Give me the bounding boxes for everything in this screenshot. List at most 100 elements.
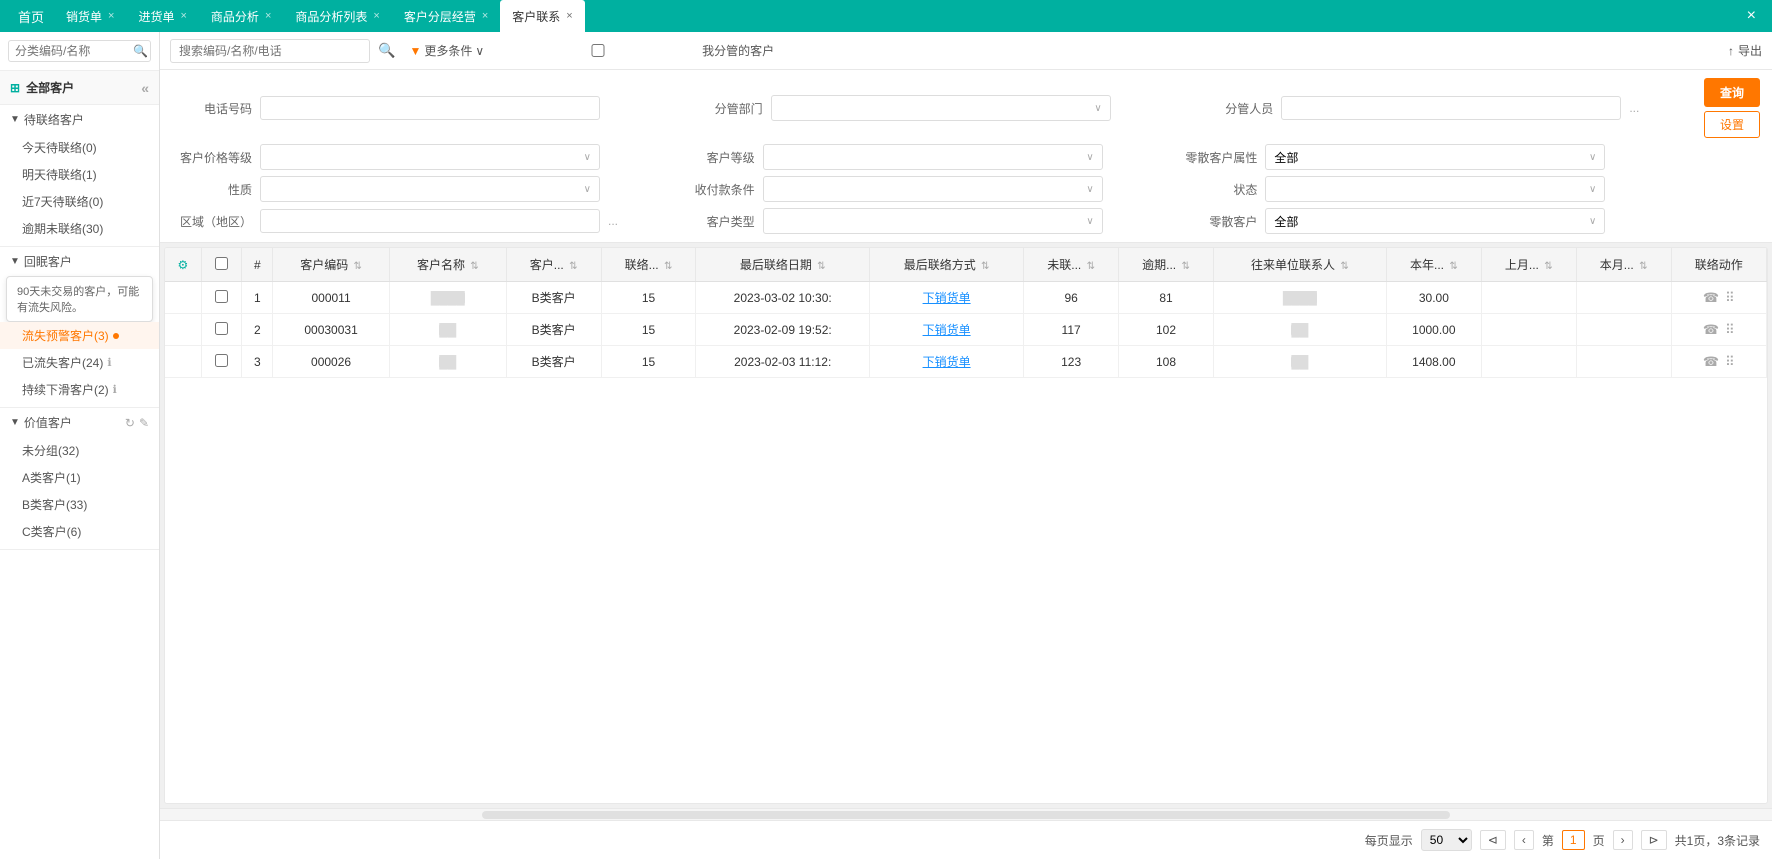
search-input[interactable]	[170, 39, 370, 63]
row3-select-checkbox[interactable]	[215, 354, 228, 367]
type-col-header[interactable]: 客户... ⇅	[506, 248, 601, 282]
last-page-button[interactable]: ⊳	[1641, 830, 1667, 850]
retail-attr-select[interactable]: 全部 ∨	[1265, 144, 1605, 170]
nav-product-list-close[interactable]: ×	[373, 10, 379, 22]
row1-checkbox[interactable]	[201, 282, 242, 314]
row3-last-contact-method[interactable]: 下销货单	[869, 346, 1023, 378]
sidebar-item-class-c[interactable]: C类客户(6)	[0, 518, 159, 545]
sidebar-item-churned[interactable]: 已流失客户(24) ℹ	[0, 349, 159, 376]
this-year-col-header[interactable]: 本年... ⇅	[1386, 248, 1481, 282]
nav-sales[interactable]: 销货单 ×	[54, 0, 126, 32]
overdue-col-header[interactable]: 逾期... ⇅	[1119, 248, 1214, 282]
close-all-button[interactable]: ×	[1739, 7, 1764, 25]
settings-button[interactable]: 设置	[1704, 111, 1760, 138]
per-page-select[interactable]: 50 100 200	[1421, 829, 1472, 851]
nav-product-analysis-close[interactable]: ×	[265, 10, 271, 22]
sidebar-item-class-b[interactable]: B类客户(33)	[0, 491, 159, 518]
nav-product-list[interactable]: 商品分析列表 ×	[283, 0, 391, 32]
search-button[interactable]: 🔍	[378, 42, 395, 59]
status-select[interactable]: ∨	[1265, 176, 1605, 202]
this-month-col-header[interactable]: 本月... ⇅	[1576, 248, 1671, 282]
nav-purchase[interactable]: 进货单 ×	[126, 0, 198, 32]
sidebar-item-tomorrow-pending[interactable]: 明天待联络(1)	[0, 161, 159, 188]
settings-col-header[interactable]: ⚙	[165, 248, 201, 282]
customer-type-select[interactable]: ∨	[763, 208, 1103, 234]
sidebar-item-churn-warning[interactable]: 流失预警客户(3)	[0, 322, 159, 349]
customer-level-label: 客户等级	[675, 149, 755, 166]
sidebar-item-class-a[interactable]: A类客户(1)	[0, 464, 159, 491]
nav-home[interactable]: 首页	[8, 0, 54, 32]
manager-dots[interactable]: ...	[1629, 101, 1639, 115]
row1-select-checkbox[interactable]	[215, 290, 228, 303]
my-customers-checkbox[interactable]	[498, 44, 698, 57]
nav-customer-segment[interactable]: 客户分层经营 ×	[392, 0, 500, 32]
sidebar-item-today-pending[interactable]: 今天待联络(0)	[0, 134, 159, 161]
first-page-button[interactable]: ⊲	[1480, 830, 1506, 850]
next-page-button[interactable]: ›	[1613, 830, 1633, 850]
nav-customer-contact-close[interactable]: ×	[566, 10, 572, 22]
customer-level-select[interactable]: ∨	[763, 144, 1103, 170]
value-customers-header[interactable]: ▼ 价值客户 ↻ ✎	[0, 408, 159, 437]
nav-customer-segment-close[interactable]: ×	[482, 10, 488, 22]
export-button[interactable]: ↑ 导出	[1728, 42, 1762, 59]
row1-this-month	[1576, 282, 1671, 314]
price-level-chevron-icon: ∨	[584, 152, 591, 163]
sidebar-item-ungrouped[interactable]: 未分组(32)	[0, 437, 159, 464]
all-customers-header[interactable]: ⊞ 全部客户 «	[0, 71, 159, 105]
refresh-icon[interactable]: ↻	[125, 416, 135, 430]
last-contact-date-col-header[interactable]: 最后联络日期 ⇅	[696, 248, 870, 282]
nav-product-analysis[interactable]: 商品分析 ×	[199, 0, 283, 32]
row2-checkbox[interactable]	[201, 314, 242, 346]
my-customers-checkbox-label[interactable]: 我分管的客户	[498, 42, 774, 59]
row1-last-contact-method[interactable]: 下销货单	[869, 282, 1023, 314]
nav-sales-close[interactable]: ×	[108, 10, 114, 22]
query-button[interactable]: 查询	[1704, 78, 1760, 107]
sidebar-item-week-pending[interactable]: 近7天待联络(0)	[0, 188, 159, 215]
export-icon: ↑	[1728, 44, 1734, 58]
row2-more-icon[interactable]: ⠿	[1725, 322, 1735, 338]
price-level-select[interactable]: ∨	[260, 144, 600, 170]
checkbox-col-header[interactable]	[201, 248, 242, 282]
filter-more-button[interactable]: ▼ 更多条件 ∨	[403, 38, 490, 63]
dept-select[interactable]: ∨	[771, 95, 1111, 121]
prev-page-button[interactable]: ‹	[1514, 830, 1534, 850]
row3-contact-icon[interactable]: ☎	[1703, 354, 1719, 370]
select-all-checkbox[interactable]	[215, 257, 228, 270]
sidebar-item-overdue-pending[interactable]: 逾期未联络(30)	[0, 215, 159, 242]
uncontacted-col-header[interactable]: 未联... ⇅	[1024, 248, 1119, 282]
row2-select-checkbox[interactable]	[215, 322, 228, 335]
row3-more-icon[interactable]: ⠿	[1725, 354, 1735, 370]
row2-contact-icon[interactable]: ☎	[1703, 322, 1719, 338]
settings-gear-icon[interactable]: ⚙	[178, 258, 189, 272]
payment-select[interactable]: ∨	[763, 176, 1103, 202]
nav-purchase-close[interactable]: ×	[180, 10, 186, 22]
last-month-col-header[interactable]: 上月... ⇅	[1481, 248, 1576, 282]
name-col-header[interactable]: 客户名称 ⇅	[389, 248, 506, 282]
churn-customers-header[interactable]: ▼ 回眠客户	[0, 247, 159, 276]
nature-select[interactable]: ∨	[260, 176, 600, 202]
code-col-header[interactable]: 客户编码 ⇅	[273, 248, 390, 282]
contacts-col-header[interactable]: 往来单位联系人 ⇅	[1213, 248, 1386, 282]
sidebar-item-declining[interactable]: 持续下滑客户(2) ℹ	[0, 376, 159, 403]
region-input[interactable]	[260, 209, 600, 233]
churn-arrow-icon: ▼	[10, 256, 20, 267]
scrollbar-track[interactable]	[482, 811, 1449, 819]
row1-contact: 15	[601, 282, 696, 314]
sidebar-search-input[interactable]	[8, 40, 151, 62]
phone-input[interactable]	[260, 96, 600, 120]
horizontal-scrollbar[interactable]	[160, 808, 1772, 820]
sidebar-collapse-btn[interactable]: «	[141, 80, 149, 96]
pending-contact-header[interactable]: ▼ 待联络客户	[0, 105, 159, 134]
edit-icon[interactable]: ✎	[139, 416, 149, 430]
row1-more-icon[interactable]: ⠿	[1725, 290, 1735, 306]
retail-select[interactable]: 全部 ∨	[1265, 208, 1605, 234]
region-dots[interactable]: ...	[608, 214, 618, 228]
row3-checkbox[interactable]	[201, 346, 242, 378]
nav-customer-contact[interactable]: 客户联系 ×	[500, 0, 584, 32]
this-year-sort-icon: ⇅	[1449, 261, 1457, 272]
last-contact-method-col-header[interactable]: 最后联络方式 ⇅	[869, 248, 1023, 282]
contact-col-header[interactable]: 联络... ⇅	[601, 248, 696, 282]
row2-last-contact-method[interactable]: 下销货单	[869, 314, 1023, 346]
row1-contact-icon[interactable]: ☎	[1703, 290, 1719, 306]
manager-input[interactable]	[1281, 96, 1621, 120]
